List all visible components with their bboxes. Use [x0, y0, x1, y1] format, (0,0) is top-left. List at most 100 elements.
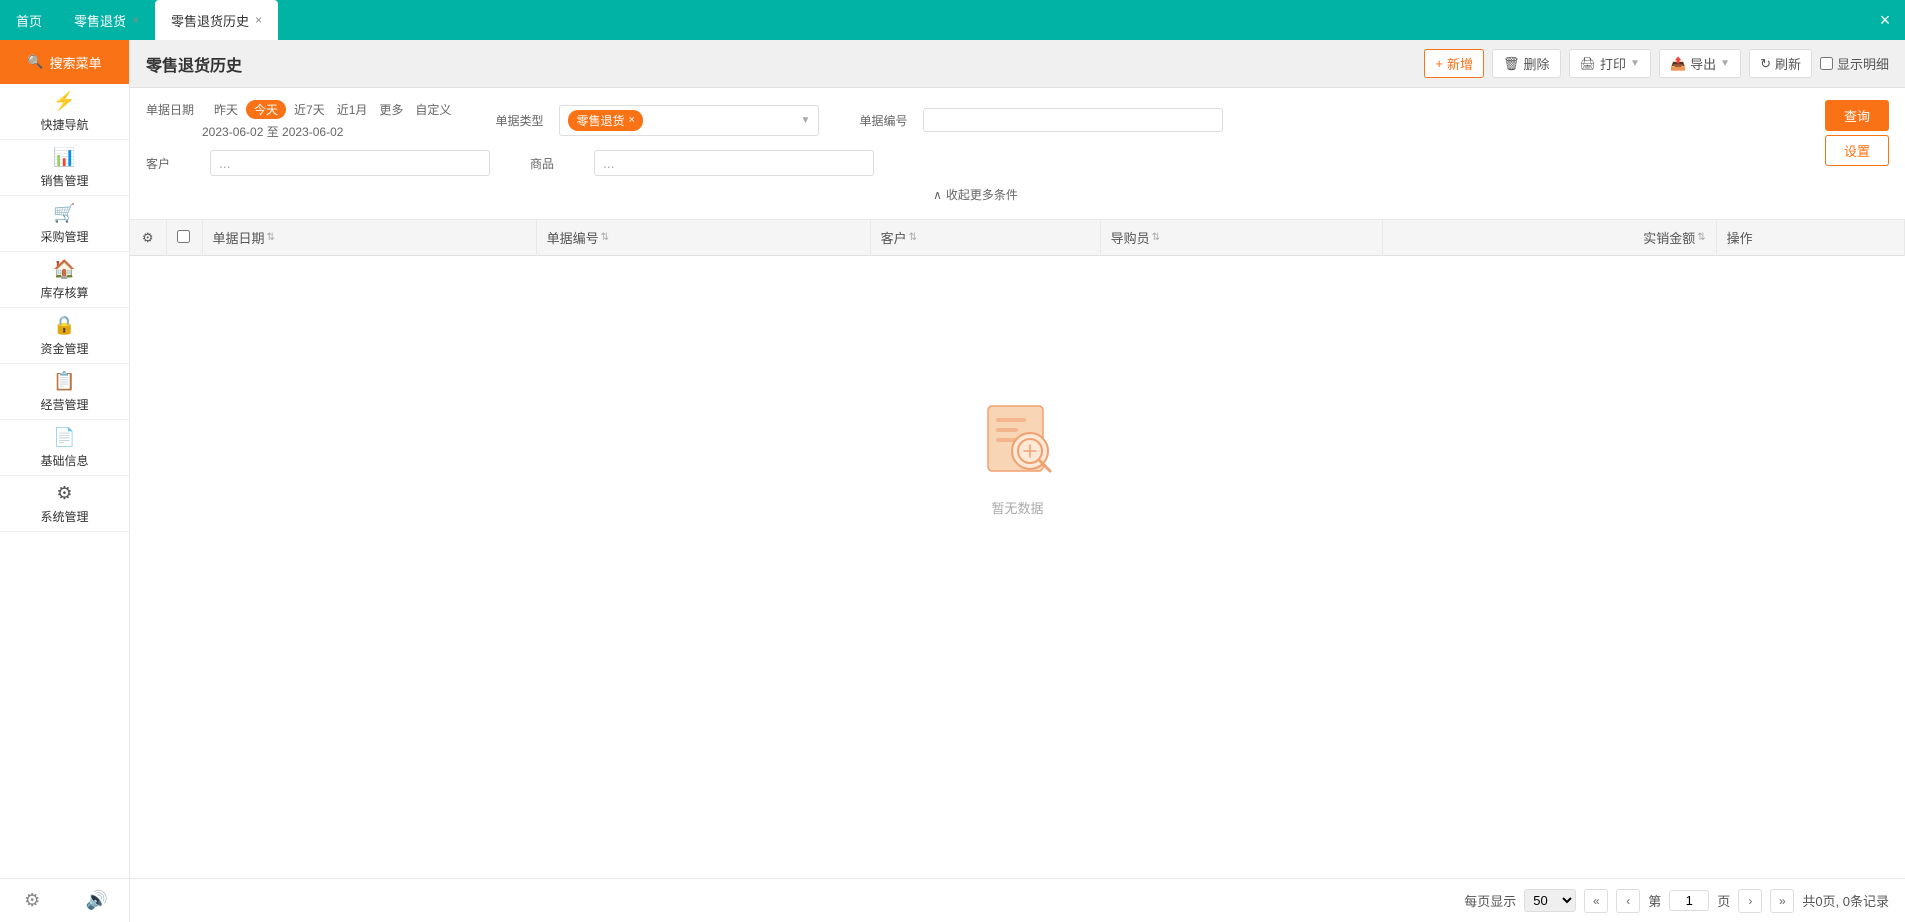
header-actions: + 新增 🗑 删除 🖨 打印 ▼ 📤 导出 ▼ ↻ 刷新	[1424, 49, 1889, 78]
th-actual-amount-label: 实销金额	[1643, 228, 1695, 247]
doc-type-tag-value: 零售退货	[576, 112, 624, 129]
table-area: ⚙ 单据日期 ⇅ 单据编号 ⇅	[130, 220, 1905, 878]
tab-retail-return-close[interactable]: ×	[132, 13, 139, 27]
sidebar-item-basic-info-label: 基础信息	[40, 452, 88, 469]
add-button[interactable]: + 新增	[1424, 49, 1484, 78]
set-button[interactable]: 设置	[1825, 135, 1889, 166]
operations-icon: 📋	[53, 371, 75, 392]
data-table: ⚙ 单据日期 ⇅ 单据编号 ⇅	[130, 220, 1905, 256]
filter-row-2: 客户 ... 商品 ...	[146, 150, 1805, 176]
last-page-button[interactable]: »	[1770, 889, 1794, 913]
sidebar-item-operations[interactable]: 📋 经营管理	[0, 364, 129, 420]
date-btn-7days[interactable]: 近7天	[290, 100, 329, 119]
th-settings[interactable]: ⚙	[130, 220, 166, 256]
sidebar-item-system-label: 系统管理	[40, 508, 88, 525]
quick-nav-icon: ⚡	[53, 91, 75, 112]
date-btn-yesterday[interactable]: 昨天	[210, 100, 242, 119]
export-icon: 📤	[1670, 56, 1686, 72]
sidebar-item-finance[interactable]: 🔒 资金管理	[0, 308, 129, 364]
date-btn-today[interactable]: 今天	[246, 100, 286, 119]
date-btn-1month[interactable]: 近1月	[333, 100, 372, 119]
refresh-button[interactable]: ↻ 刷新	[1749, 49, 1812, 78]
export-button[interactable]: 📤 导出 ▼	[1659, 49, 1741, 78]
settings-icon: ⚙	[142, 230, 154, 245]
sidebar-item-sales[interactable]: 📊 销售管理	[0, 140, 129, 196]
th-customer-label: 客户	[881, 228, 907, 247]
display-toggle[interactable]: 显示明细	[1820, 54, 1889, 73]
th-doc-number[interactable]: 单据编号 ⇅	[536, 220, 870, 256]
volume-bottom-btn[interactable]: 🔊	[79, 883, 115, 919]
th-actions: 操作	[1716, 220, 1904, 256]
actual-amount-sort[interactable]: 实销金额 ⇅	[1643, 228, 1705, 247]
th-customer[interactable]: 客户 ⇅	[870, 220, 1100, 256]
page-number-input[interactable]	[1669, 890, 1709, 911]
sidebar-item-inventory-label: 库存核算	[40, 284, 88, 301]
prev-page-button[interactable]: ‹	[1616, 889, 1640, 913]
date-filter-label: 单据日期	[146, 101, 202, 118]
sidebar-item-inventory[interactable]: 🏠 库存核算	[0, 252, 129, 308]
th-doc-number-label: 单据编号	[547, 228, 599, 247]
goods-dots[interactable]: ...	[603, 155, 615, 171]
sidebar-item-purchase[interactable]: 🛒 采购管理	[0, 196, 129, 252]
goods-select[interactable]: ...	[594, 150, 874, 176]
display-toggle-checkbox[interactable]	[1820, 57, 1833, 70]
first-page-icon: «	[1593, 894, 1600, 908]
sidebar-item-operations-label: 经营管理	[40, 396, 88, 413]
th-guide[interactable]: 导购员 ⇅	[1100, 220, 1382, 256]
date-btn-more[interactable]: 更多	[375, 100, 407, 119]
th-doc-date-label: 单据日期	[213, 228, 265, 247]
tab-home[interactable]: 首页	[0, 0, 58, 40]
sidebar-bottom: ⚙ 🔊	[0, 878, 129, 922]
purchase-icon: 🛒	[53, 203, 75, 224]
window-close-button[interactable]: ×	[1865, 0, 1905, 40]
doc-date-sort[interactable]: 单据日期 ⇅	[213, 228, 275, 247]
guide-sort[interactable]: 导购员 ⇅	[1111, 228, 1160, 247]
last-page-icon: »	[1779, 894, 1786, 908]
doc-number-input[interactable]	[923, 108, 1223, 132]
total-info: 共0页, 0条记录	[1802, 891, 1889, 910]
doc-number-sort[interactable]: 单据编号 ⇅	[547, 228, 609, 247]
add-icon: +	[1435, 56, 1443, 71]
select-all-checkbox[interactable]	[177, 230, 190, 243]
sidebar-item-finance-label: 资金管理	[40, 340, 88, 357]
collapse-button[interactable]: ∧ 收起更多条件	[933, 186, 1018, 203]
page-size-select[interactable]: 50 100 200	[1524, 889, 1576, 912]
page-header: 零售退货历史 + 新增 🗑 删除 🖨 打印 ▼ 📤 导出 ▼ ↻	[130, 40, 1905, 88]
print-label: 打印	[1600, 54, 1626, 73]
tab-retail-return-history[interactable]: 零售退货历史 ×	[155, 0, 278, 40]
search-icon: 🔍	[27, 54, 43, 70]
query-button[interactable]: 查询	[1825, 100, 1889, 131]
delete-button[interactable]: 🗑 删除	[1492, 49, 1561, 78]
first-page-button[interactable]: «	[1584, 889, 1608, 913]
customer-select[interactable]: ...	[210, 150, 490, 176]
th-checkbox[interactable]	[166, 220, 202, 256]
sales-icon: 📊	[53, 147, 75, 168]
display-toggle-label: 显示明细	[1837, 54, 1889, 73]
actual-amount-sort-icon: ⇅	[1697, 232, 1705, 243]
sidebar-item-system[interactable]: ⚙ 系统管理	[0, 476, 129, 532]
tab-retail-return-history-close[interactable]: ×	[255, 13, 262, 27]
doc-type-chevron: ▼	[801, 115, 811, 126]
doc-type-tag: 零售退货 ×	[568, 110, 642, 131]
print-button[interactable]: 🖨 打印 ▼	[1569, 49, 1651, 78]
date-btn-custom[interactable]: 自定义	[411, 100, 455, 119]
doc-type-tag-close[interactable]: ×	[628, 114, 634, 126]
tab-retail-return-label: 零售退货	[74, 11, 126, 30]
filter-area: 单据日期 昨天 今天 近7天 近1月 更多 自定义 2023-06-02 至 2…	[130, 88, 1905, 220]
doc-type-select[interactable]: 零售退货 × ▼	[559, 105, 819, 136]
page-label: 第	[1648, 891, 1661, 910]
sidebar-item-basic-info[interactable]: 📄 基础信息	[0, 420, 129, 476]
customer-sort[interactable]: 客户 ⇅	[881, 228, 917, 247]
th-doc-date[interactable]: 单据日期 ⇅	[202, 220, 536, 256]
print-dropdown-icon: ▼	[1630, 58, 1640, 69]
sidebar-search[interactable]: 🔍 搜索菜单	[0, 40, 129, 84]
next-page-button[interactable]: ›	[1738, 889, 1762, 913]
tab-retail-return[interactable]: 零售退货 ×	[58, 0, 155, 40]
settings-bottom-btn[interactable]: ⚙	[14, 883, 50, 919]
customer-dots[interactable]: ...	[219, 155, 231, 171]
goods-filter-label: 商品	[530, 155, 586, 172]
th-actual-amount[interactable]: 实销金额 ⇅	[1382, 220, 1716, 256]
doc-type-label: 单据类型	[495, 112, 551, 129]
sidebar-item-quick-nav[interactable]: ⚡ 快捷导航	[0, 84, 129, 140]
finance-icon: 🔒	[53, 315, 75, 336]
